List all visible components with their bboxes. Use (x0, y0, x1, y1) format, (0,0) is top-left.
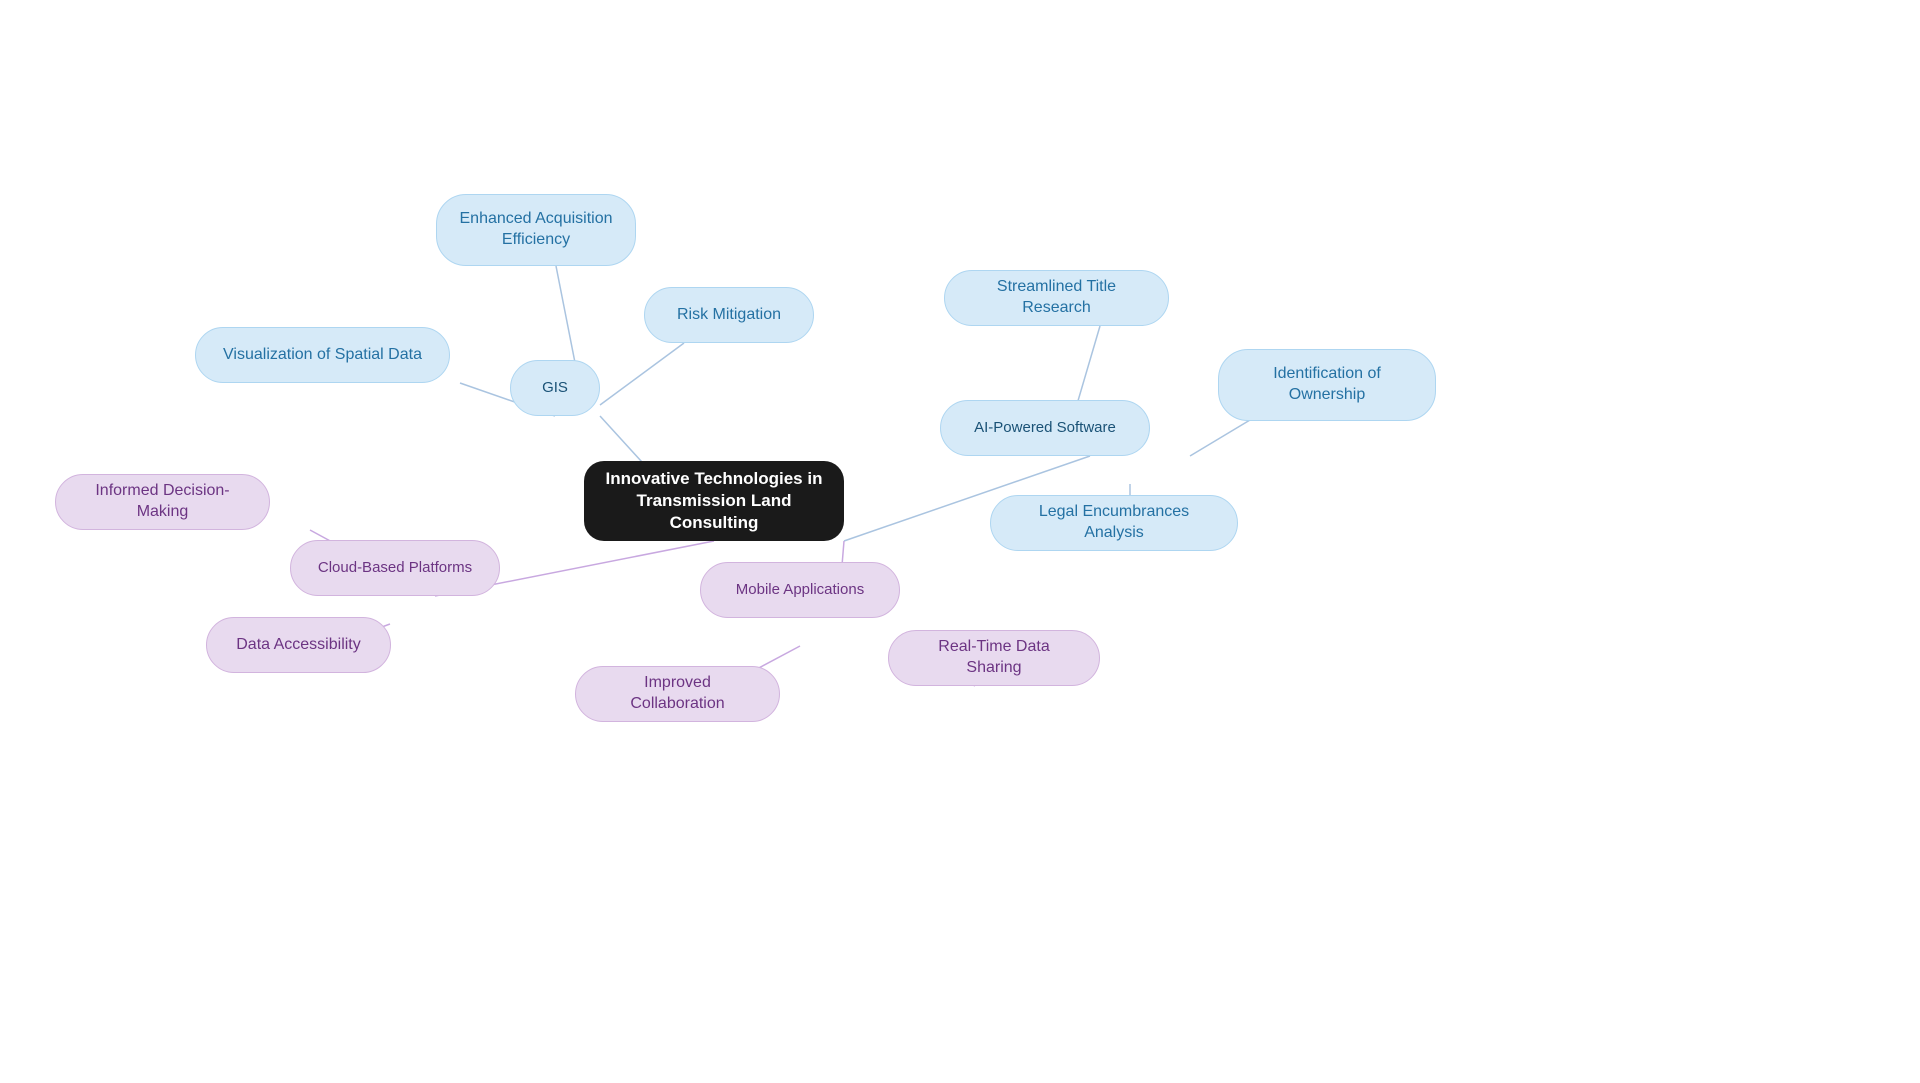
node-legal-encumbrances: Legal Encumbrances Analysis (990, 495, 1238, 551)
node-enhanced-acquisition: Enhanced AcquisitionEfficiency (436, 194, 636, 266)
center-node: Innovative Technologies inTransmission L… (584, 461, 844, 541)
node-visualization-spatial: Visualization of Spatial Data (195, 327, 450, 383)
mindmap-container: Innovative Technologies inTransmission L… (0, 0, 1920, 1083)
node-realtime-data-sharing: Real-Time Data Sharing (888, 630, 1100, 686)
node-identification-ownership: Identification of Ownership (1218, 349, 1436, 421)
node-ai-software: AI-Powered Software (940, 400, 1150, 456)
connections-svg (0, 0, 1920, 1083)
node-improved-collaboration: Improved Collaboration (575, 666, 780, 722)
node-cloud-platforms: Cloud-Based Platforms (290, 540, 500, 596)
node-gis: GIS (510, 360, 600, 416)
node-mobile-applications: Mobile Applications (700, 562, 900, 618)
node-risk-mitigation: Risk Mitigation (644, 287, 814, 343)
node-data-accessibility: Data Accessibility (206, 617, 391, 673)
node-streamlined-title: Streamlined Title Research (944, 270, 1169, 326)
node-informed-decision: Informed Decision-Making (55, 474, 270, 530)
